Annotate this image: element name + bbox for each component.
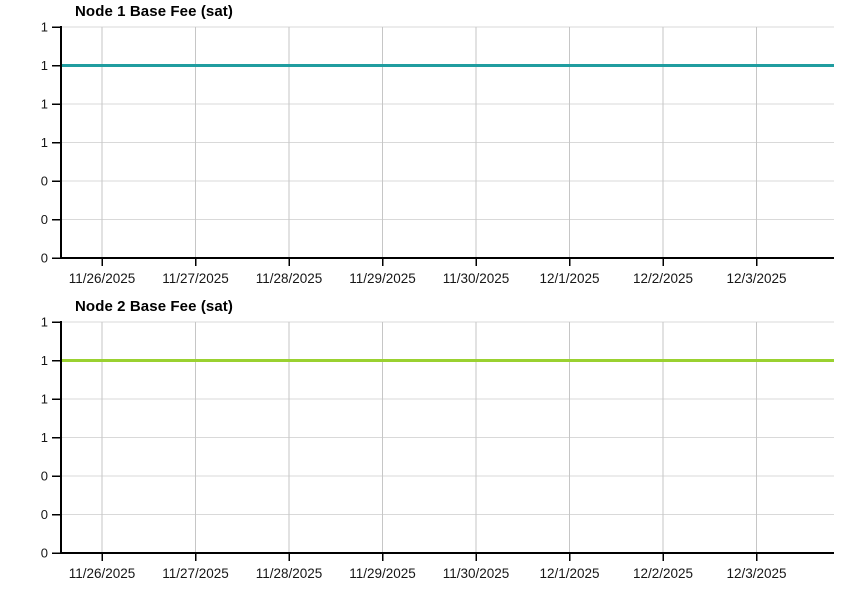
svg-text:0: 0 [41, 251, 48, 266]
svg-text:1: 1 [41, 20, 48, 35]
svg-text:12/3/2025: 12/3/2025 [726, 271, 786, 286]
svg-text:11/26/2025: 11/26/2025 [69, 271, 136, 286]
base-fee-charts-page: Node 1 Base Fee (sat) 0 0 0 1 1 1 1 11/26/2025 1… [0, 0, 860, 600]
svg-text:11/30/2025: 11/30/2025 [443, 566, 510, 581]
svg-text:11/27/2025: 11/27/2025 [162, 271, 229, 286]
chart-node-2-base-fee: Node 2 Base Fee (sat) 0 0 0 1 1 1 1 11/26/2025 1… [0, 295, 860, 590]
svg-text:1: 1 [41, 392, 48, 407]
svg-text:0: 0 [41, 212, 48, 227]
chart-node-1-base-fee: Node 1 Base Fee (sat) 0 0 0 1 1 1 1 11/26/2025 1… [0, 0, 860, 295]
svg-text:11/30/2025: 11/30/2025 [443, 271, 510, 286]
svg-text:11/26/2025: 11/26/2025 [69, 566, 136, 581]
svg-text:0: 0 [41, 174, 48, 189]
svg-text:11/29/2025: 11/29/2025 [349, 566, 416, 581]
chart-1-plot-area: 0 0 0 1 1 1 1 11/26/2025 11/27/2025 11/28/2025 11/… [41, 20, 834, 286]
svg-text:11/28/2025: 11/28/2025 [256, 271, 323, 286]
svg-text:12/2/2025: 12/2/2025 [633, 271, 693, 286]
svg-text:0: 0 [41, 507, 48, 522]
svg-text:1: 1 [41, 97, 48, 112]
svg-text:0: 0 [41, 469, 48, 484]
svg-text:1: 1 [41, 135, 48, 150]
svg-text:12/1/2025: 12/1/2025 [539, 271, 599, 286]
svg-text:12/2/2025: 12/2/2025 [633, 566, 693, 581]
svg-text:12/1/2025: 12/1/2025 [539, 566, 599, 581]
svg-text:12/3/2025: 12/3/2025 [726, 566, 786, 581]
svg-text:1: 1 [41, 315, 48, 330]
chart-2-plot-area: 0 0 0 1 1 1 1 11/26/2025 11/27/2025 11/28/2025 11/… [41, 315, 834, 581]
svg-text:11/27/2025: 11/27/2025 [162, 566, 229, 581]
svg-text:0: 0 [41, 546, 48, 561]
svg-text:1: 1 [41, 430, 48, 445]
svg-text:1: 1 [41, 58, 48, 73]
svg-text:1: 1 [41, 353, 48, 368]
svg-text:11/29/2025: 11/29/2025 [349, 271, 416, 286]
svg-text:11/28/2025: 11/28/2025 [256, 566, 323, 581]
